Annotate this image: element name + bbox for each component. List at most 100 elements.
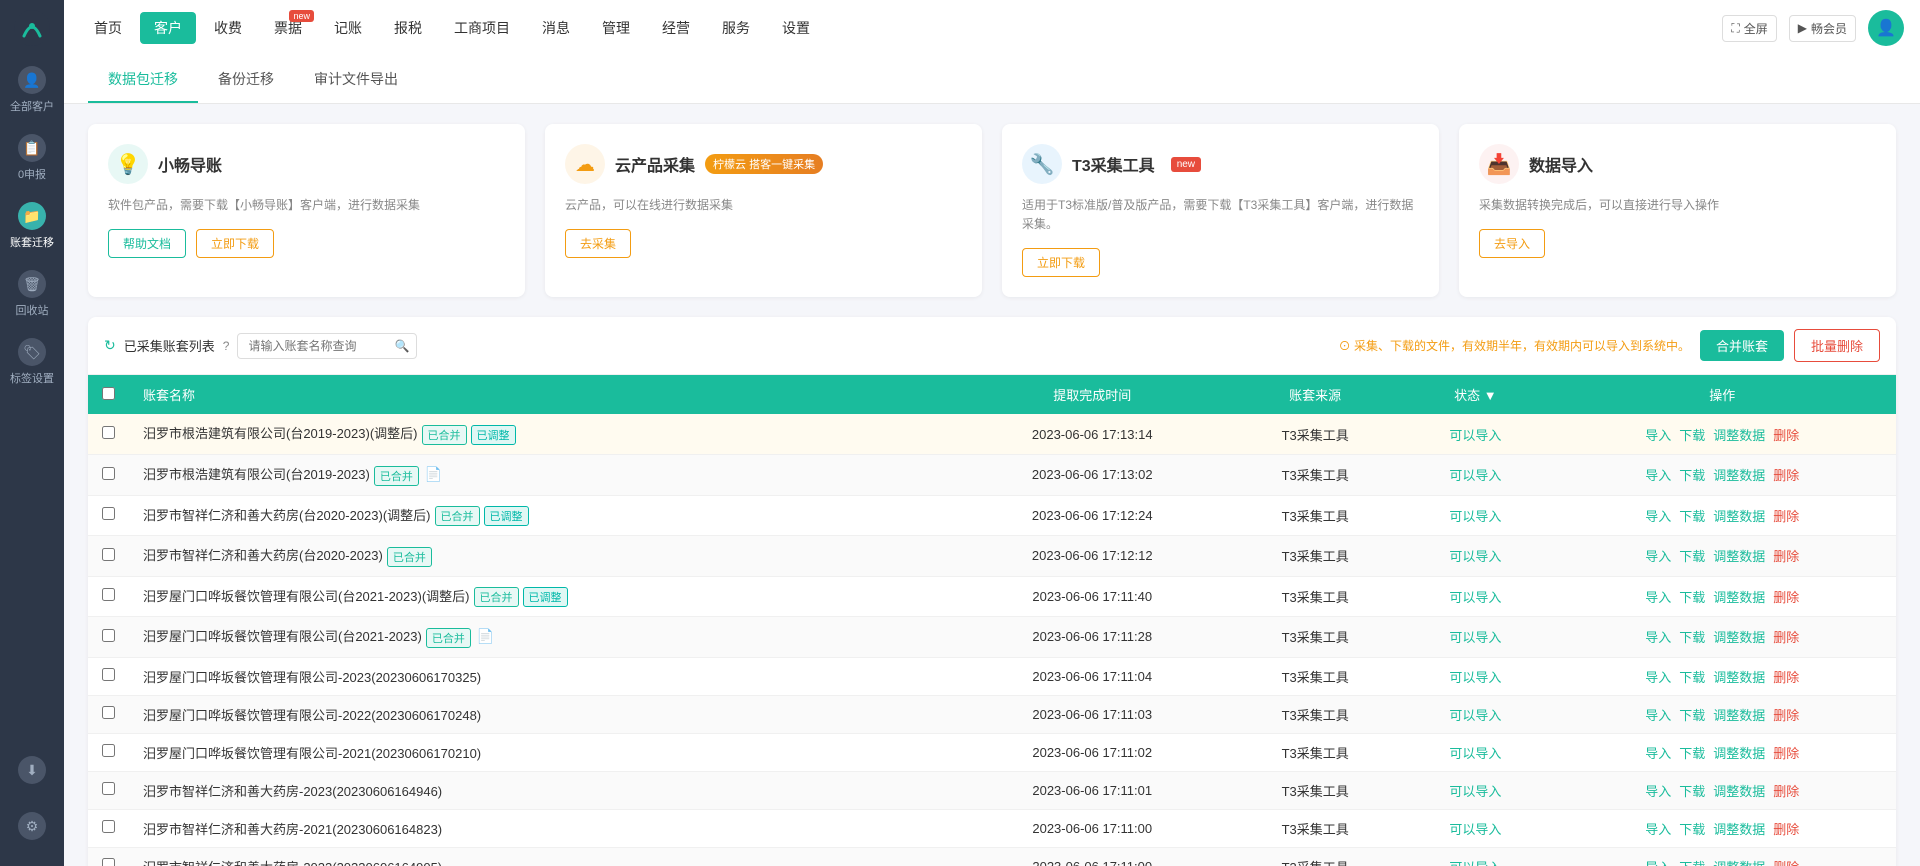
nav-home[interactable]: 首页: [80, 12, 136, 44]
import-link[interactable]: 导入: [1645, 549, 1671, 564]
row-checkbox[interactable]: [102, 858, 115, 866]
tab-backup-migrate[interactable]: 备份迁移: [198, 57, 294, 103]
delete-link[interactable]: 删除: [1773, 509, 1799, 524]
row-checkbox[interactable]: [102, 467, 115, 480]
nav-bookkeeping[interactable]: 记账: [320, 12, 376, 44]
t3-download-button[interactable]: 立即下载: [1022, 248, 1100, 277]
col-status[interactable]: 状态 ▼: [1402, 375, 1548, 414]
delete-link[interactable]: 删除: [1773, 549, 1799, 564]
nav-settings[interactable]: 设置: [768, 12, 824, 44]
adjust-link[interactable]: 调整数据: [1713, 670, 1765, 685]
nav-management[interactable]: 管理: [588, 12, 644, 44]
import-link[interactable]: 导入: [1645, 509, 1671, 524]
delete-link[interactable]: 删除: [1773, 670, 1799, 685]
member-button[interactable]: ▶ 畅会员: [1789, 15, 1856, 42]
delete-link[interactable]: 删除: [1773, 428, 1799, 443]
import-link[interactable]: 导入: [1645, 468, 1671, 483]
download-link[interactable]: 下载: [1679, 428, 1705, 443]
merge-accounts-button[interactable]: 合并账套: [1700, 330, 1784, 361]
delete-link[interactable]: 删除: [1773, 860, 1799, 866]
delete-link[interactable]: 删除: [1773, 822, 1799, 837]
nav-operation[interactable]: 经营: [648, 12, 704, 44]
batch-delete-button[interactable]: 批量删除: [1794, 329, 1880, 362]
select-all-checkbox[interactable]: [102, 387, 115, 400]
nav-tax[interactable]: 报税: [380, 12, 436, 44]
row-checkbox[interactable]: [102, 782, 115, 795]
nav-service[interactable]: 服务: [708, 12, 764, 44]
import-link[interactable]: 导入: [1645, 428, 1671, 443]
delete-link[interactable]: 删除: [1773, 708, 1799, 723]
row-checkbox[interactable]: [102, 820, 115, 833]
row-checkbox[interactable]: [102, 706, 115, 719]
adjust-link[interactable]: 调整数据: [1713, 590, 1765, 605]
download-link[interactable]: 下载: [1679, 549, 1705, 564]
download-link[interactable]: 下载: [1679, 630, 1705, 645]
delete-link[interactable]: 删除: [1773, 746, 1799, 761]
import-link[interactable]: 导入: [1645, 708, 1671, 723]
nav-invoice[interactable]: 票据new: [260, 12, 316, 44]
import-link[interactable]: 导入: [1645, 860, 1671, 866]
nav-message[interactable]: 消息: [528, 12, 584, 44]
tab-data-migrate[interactable]: 数据包迁移: [88, 57, 198, 103]
row-checkbox[interactable]: [102, 426, 115, 439]
go-collect-button[interactable]: 去采集: [565, 229, 631, 258]
download-link[interactable]: 下载: [1679, 860, 1705, 866]
sidebar-item-download[interactable]: ⬇: [0, 746, 64, 794]
row-checkbox[interactable]: [102, 629, 115, 642]
download-link[interactable]: 下载: [1679, 746, 1705, 761]
download-link[interactable]: 下载: [1679, 822, 1705, 837]
search-input[interactable]: [248, 339, 388, 353]
sidebar-item-user-settings[interactable]: ⚙: [0, 802, 64, 850]
import-link[interactable]: 导入: [1645, 822, 1671, 837]
sidebar-item-all-clients[interactable]: 👤 全部客户: [0, 56, 64, 124]
download-link[interactable]: 下载: [1679, 670, 1705, 685]
delete-link[interactable]: 删除: [1773, 630, 1799, 645]
adjust-link[interactable]: 调整数据: [1713, 468, 1765, 483]
tab-audit-export[interactable]: 审计文件导出: [294, 57, 418, 103]
import-link[interactable]: 导入: [1645, 670, 1671, 685]
delete-link[interactable]: 删除: [1773, 590, 1799, 605]
go-import-button[interactable]: 去导入: [1479, 229, 1545, 258]
nav-client[interactable]: 客户: [140, 12, 196, 44]
row-checkbox[interactable]: [102, 507, 115, 520]
row-checkbox[interactable]: [102, 744, 115, 757]
adjust-link[interactable]: 调整数据: [1713, 746, 1765, 761]
sidebar-item-report[interactable]: 📋 0申报: [0, 124, 64, 192]
refresh-icon[interactable]: ↻: [104, 337, 116, 354]
sidebar-item-trash[interactable]: 🗑 回收站: [0, 260, 64, 328]
nav-business[interactable]: 工商项目: [440, 12, 524, 44]
avatar[interactable]: 👤: [1868, 10, 1904, 46]
adjust-link[interactable]: 调整数据: [1713, 509, 1765, 524]
download-link[interactable]: 下载: [1679, 708, 1705, 723]
sidebar-item-account-migrate[interactable]: 📁 账套迁移: [0, 192, 64, 260]
row-checkbox[interactable]: [102, 668, 115, 681]
import-link[interactable]: 导入: [1645, 784, 1671, 799]
adjust-link[interactable]: 调整数据: [1713, 549, 1765, 564]
help-doc-button[interactable]: 帮助文档: [108, 229, 186, 258]
download-link[interactable]: 下载: [1679, 509, 1705, 524]
download-link[interactable]: 下载: [1679, 590, 1705, 605]
import-link[interactable]: 导入: [1645, 746, 1671, 761]
adjust-link[interactable]: 调整数据: [1713, 708, 1765, 723]
sidebar-item-tag-settings[interactable]: 🏷 标签设置: [0, 328, 64, 396]
adjust-link[interactable]: 调整数据: [1713, 860, 1765, 866]
adjust-link[interactable]: 调整数据: [1713, 428, 1765, 443]
row-checkbox[interactable]: [102, 588, 115, 601]
table-row: 汨罗市根浩建筑有限公司(台2019-2023)已合并📄2023-06-06 17…: [88, 454, 1896, 495]
delete-link[interactable]: 删除: [1773, 784, 1799, 799]
adjust-link[interactable]: 调整数据: [1713, 630, 1765, 645]
nav-fee[interactable]: 收费: [200, 12, 256, 44]
card-header-t3: 🔧 T3采集工具 new: [1022, 144, 1419, 184]
fullscreen-button[interactable]: ⛶ 全屏: [1722, 15, 1776, 42]
download-link[interactable]: 下载: [1679, 468, 1705, 483]
import-link[interactable]: 导入: [1645, 630, 1671, 645]
row-checkbox[interactable]: [102, 548, 115, 561]
adjust-link[interactable]: 调整数据: [1713, 784, 1765, 799]
adjust-link[interactable]: 调整数据: [1713, 822, 1765, 837]
download-now-button[interactable]: 立即下载: [196, 229, 274, 258]
download-link[interactable]: 下载: [1679, 784, 1705, 799]
help-icon[interactable]: ?: [223, 339, 230, 353]
delete-link[interactable]: 删除: [1773, 468, 1799, 483]
import-link[interactable]: 导入: [1645, 590, 1671, 605]
search-icon[interactable]: 🔍: [394, 339, 409, 353]
